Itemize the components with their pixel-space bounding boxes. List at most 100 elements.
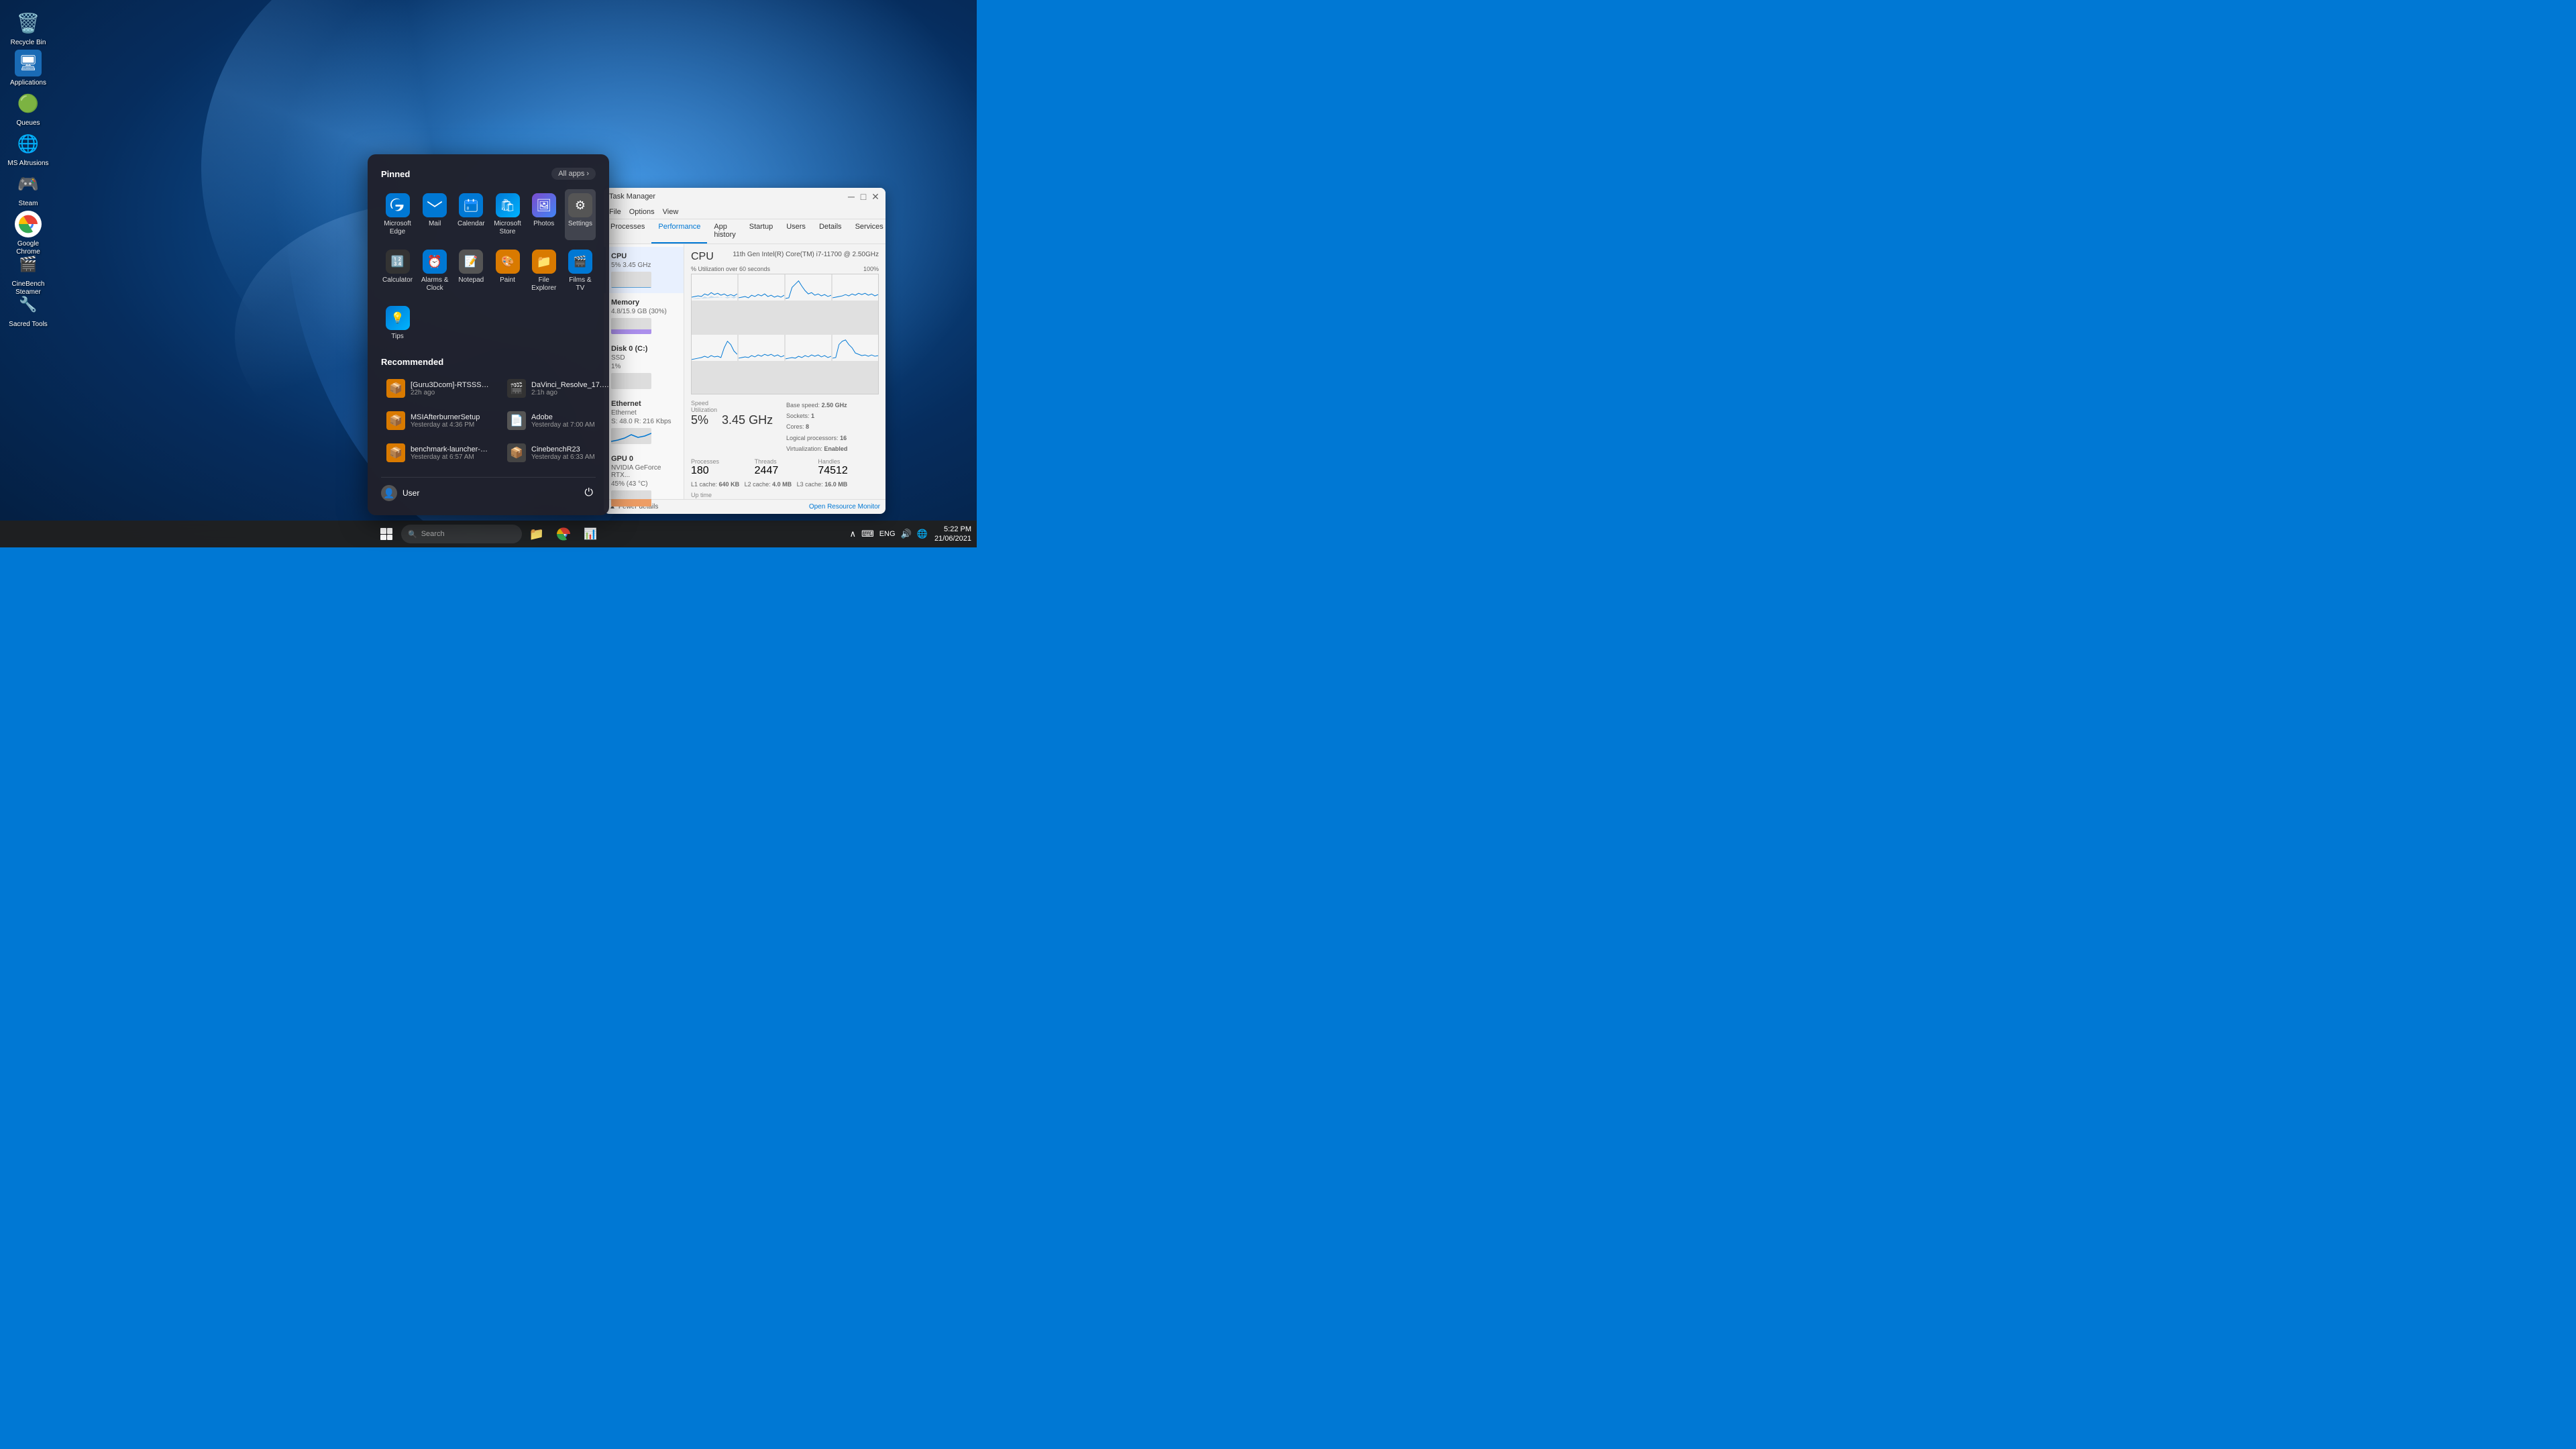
tm-uptime-val: 0:22:39:36 [691, 498, 879, 499]
pinned-label: Pinned [381, 169, 410, 179]
taskbar-time-display: 5:22 PM [934, 525, 971, 534]
start-menu: Pinned All apps › Microsoft Edge Mail 8 … [368, 154, 609, 515]
task-manager: Task Manager ─ □ ✕ File Options View Pro… [604, 188, 885, 514]
taskbar-date-display: 21/06/2021 [934, 534, 971, 543]
pinned-item-settings[interactable]: ⚙ Settings [565, 189, 596, 240]
tm-menu-view[interactable]: View [663, 207, 679, 217]
tm-util-label2: Utilization [691, 407, 784, 413]
tm-util-100: 100% [863, 266, 879, 272]
tm-util-label: % Utilization over 60 seconds [691, 266, 770, 272]
tm-tab-apphistory[interactable]: App history [707, 219, 742, 244]
pinned-item-photos[interactable]: 🖼 Photos [529, 189, 559, 240]
user-info[interactable]: 👤 User [381, 485, 419, 501]
taskbar: 🔍 Search 📁 📊 ∧ ⌨ ENG 🔊 🌐 5:22 PM 21/06/2… [0, 521, 977, 547]
pinned-item-tips[interactable]: 💡 Tips [381, 302, 414, 345]
tm-cpu-chart-7 [786, 335, 831, 361]
tm-tab-services[interactable]: Services [849, 219, 890, 244]
pinned-item-mail[interactable]: Mail [419, 189, 450, 240]
tm-cpu-chart-1 [692, 274, 737, 301]
pinned-item-alarms-clock[interactable]: ⏰ Alarms & Clock [419, 246, 450, 297]
tm-minimize-button[interactable]: ─ [847, 192, 856, 201]
tm-cpu-chart-5 [692, 335, 737, 361]
pinned-item-films-tv[interactable]: 🎬 Films & TV [565, 246, 596, 297]
pinned-item-store[interactable]: 🛍 Microsoft Store [492, 189, 523, 240]
tm-close-button[interactable]: ✕ [871, 192, 880, 201]
tm-title: Task Manager [609, 193, 655, 201]
tm-menu-file[interactable]: File [609, 207, 621, 217]
tm-window-controls: ─ □ ✕ [847, 192, 880, 201]
start-menu-footer: 👤 User ⏻ [381, 477, 596, 502]
pinned-item-calculator[interactable]: 🔢 Calculator [381, 246, 414, 297]
rec-item-msiafterburner[interactable]: 📦 MSIAfterburnerSetup Yesterday at 4:36 … [381, 407, 496, 434]
windows-logo [380, 528, 392, 540]
tm-cache-info: L1 cache: 640 KB L2 cache: 4.0 MB L3 cac… [691, 480, 879, 489]
tm-cpu-title: CPU [691, 251, 714, 263]
system-tray-up-icon[interactable]: ∧ [848, 527, 857, 541]
tm-stats-section: Speed Utilization 5% 3.45 GHz Base speed… [691, 400, 879, 454]
tm-tabs: Processes Performance App history Startu… [604, 219, 885, 244]
rec-item-guru3d[interactable]: 📦 [Guru3Dcom]-RTSSSetup732Beta2... 22h a… [381, 375, 496, 402]
tm-tab-processes[interactable]: Processes [604, 219, 651, 244]
tm-uptime-block: Up time 0:22:39:36 [691, 492, 879, 499]
desktop-icon-recycle-bin[interactable]: 🗑️ Recycle Bin [1, 5, 55, 51]
user-name: User [402, 488, 419, 498]
desktop-icon-queues[interactable]: 🟢 Queues [1, 86, 55, 131]
tm-cpu-model: 11th Gen Intel(R) Core(TM) i7-11700 @ 2.… [733, 251, 879, 263]
tm-base-speed-block: Base speed: 2.50 GHz Sockets: 1 Cores: 8… [786, 400, 879, 454]
tm-menu-options[interactable]: Options [629, 207, 655, 217]
tm-sidebar-memory[interactable]: Memory 4.8/15.9 GB (30%) [604, 293, 684, 339]
pinned-grid: Microsoft Edge Mail 8 Calendar 🛍 Microso… [381, 189, 596, 345]
pinned-item-calendar[interactable]: 8 Calendar [455, 189, 486, 240]
tm-cpu-chart-6 [739, 335, 784, 361]
start-button[interactable] [374, 522, 398, 546]
desktop-icon-steam[interactable]: 🎮 Steam [1, 166, 55, 212]
tm-open-resource-monitor[interactable]: Open Resource Monitor [809, 503, 880, 511]
keyboard-icon[interactable]: ⌨ [860, 527, 875, 541]
tm-tab-details[interactable]: Details [812, 219, 849, 244]
taskbar-clock[interactable]: 5:22 PM 21/06/2021 [934, 525, 971, 544]
pinned-item-paint[interactable]: 🎨 Paint [492, 246, 523, 297]
tm-titlebar: Task Manager ─ □ ✕ [604, 188, 885, 205]
taskbar-center: 🔍 Search 📁 📊 [374, 522, 602, 546]
tm-cpu-chart-2 [739, 274, 784, 301]
pinned-item-file-explorer[interactable]: 📁 File Explorer [529, 246, 559, 297]
rec-item-adobe[interactable]: 📄 Adobe Yesterday at 7:00 AM [502, 407, 617, 434]
pinned-header: Pinned All apps › [381, 168, 596, 180]
tm-tab-users[interactable]: Users [780, 219, 812, 244]
taskbar-right: ∧ ⌨ ENG 🔊 🌐 5:22 PM 21/06/2021 [845, 525, 971, 544]
tm-main-panel: CPU 11th Gen Intel(R) Core(TM) i7-11700 … [684, 244, 885, 499]
tm-cpu-chart-8 [833, 335, 878, 361]
taskbar-chrome[interactable] [551, 522, 576, 546]
tm-util-val: 5% 3.45 GHz [691, 413, 784, 427]
task-manager-icon: 📊 [584, 527, 597, 541]
tm-utilization-block: Speed Utilization 5% 3.45 GHz [691, 400, 784, 454]
pinned-item-notepad[interactable]: 📝 Notepad [455, 246, 486, 297]
power-button[interactable]: ⏻ [582, 484, 596, 502]
tm-tab-startup[interactable]: Startup [743, 219, 780, 244]
recommended-label: Recommended [381, 357, 596, 367]
all-apps-button[interactable]: All apps › [551, 168, 596, 180]
tm-sidebar-cpu[interactable]: CPU 5% 3.45 GHz [604, 247, 684, 293]
tm-maximize-button[interactable]: □ [859, 192, 868, 201]
rec-item-cinebench[interactable]: 📦 CinebenchR23 Yesterday at 6:33 AM [502, 439, 617, 466]
tm-menubar: File Options View [604, 205, 885, 219]
rec-item-davinci[interactable]: 🎬 DaVinci_Resolve_17.2_Windows 2:1h ago [502, 375, 617, 402]
taskbar-task-manager[interactable]: 📊 [578, 522, 602, 546]
rec-item-benchmark[interactable]: 📦 benchmark-launcher-2.0.4-windows Yeste… [381, 439, 496, 466]
tm-cpu-chart-3 [786, 274, 831, 301]
language-indicator[interactable]: ENG [878, 529, 897, 539]
pinned-item-edge[interactable]: Microsoft Edge [381, 189, 414, 240]
folder-icon: 📁 [529, 527, 544, 541]
svg-text:8: 8 [467, 206, 470, 211]
taskbar-search[interactable]: 🔍 Search [401, 525, 522, 543]
taskbar-file-explorer[interactable]: 📁 [525, 522, 549, 546]
tm-tab-performance[interactable]: Performance [651, 219, 707, 244]
desktop-icon-ms-altrusions[interactable]: 🌐 MS Altrusions [1, 126, 55, 172]
search-icon: 🔍 [408, 530, 417, 539]
tm-cpu-chart [691, 274, 879, 394]
desktop-icon-applications[interactable]: 🖥 Applications [1, 46, 55, 91]
desktop-icon-sacred-tools[interactable]: 🔧 Sacred Tools [1, 287, 55, 333]
network-icon[interactable]: 🌐 [916, 527, 929, 541]
chrome-icon [557, 527, 570, 541]
volume-icon[interactable]: 🔊 [900, 527, 913, 541]
